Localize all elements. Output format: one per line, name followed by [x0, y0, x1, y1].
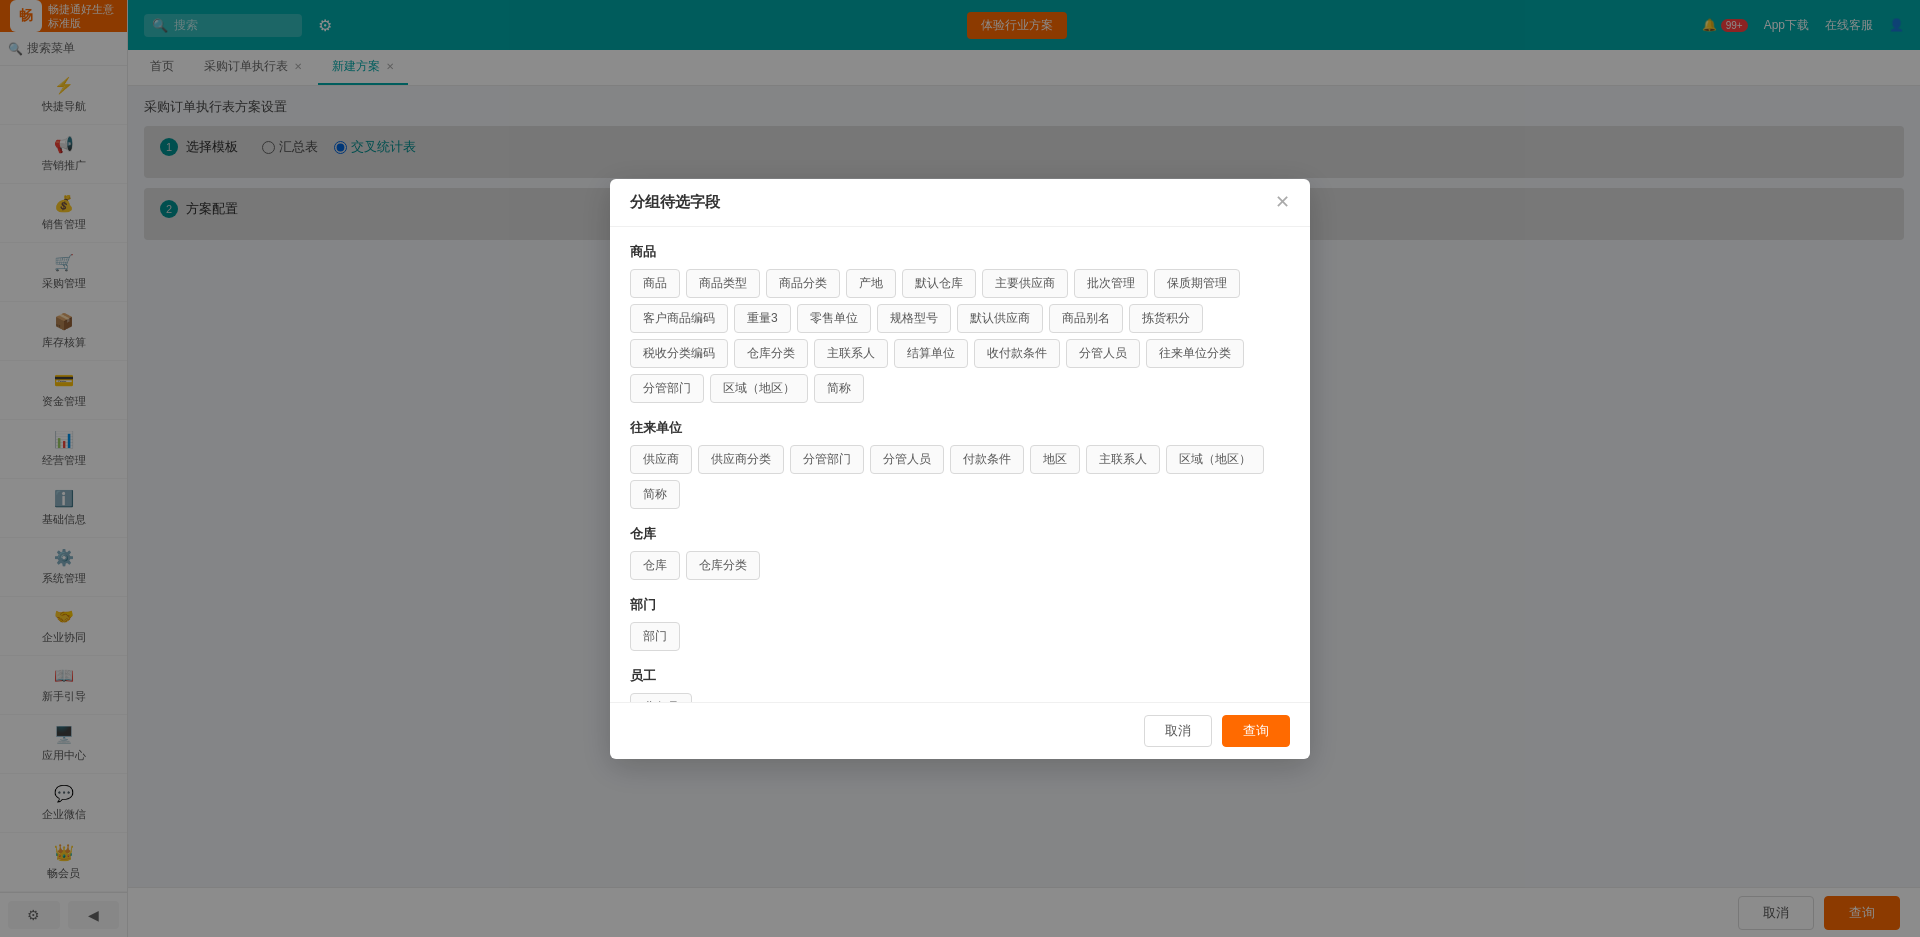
section-partner-title: 往来单位 — [630, 419, 1290, 437]
section-employee-title: 员工 — [630, 667, 1290, 685]
field-tag-goods-18[interactable]: 结算单位 — [894, 339, 968, 368]
field-tag-goods-5[interactable]: 主要供应商 — [982, 269, 1068, 298]
field-tag-goods-16[interactable]: 仓库分类 — [734, 339, 808, 368]
field-tag-goods-15[interactable]: 税收分类编码 — [630, 339, 728, 368]
field-tag-partner-4[interactable]: 付款条件 — [950, 445, 1024, 474]
section-goods: 商品 商品 商品类型 商品分类 产地 默认仓库 主要供应商 批次管理 保质期管理… — [630, 243, 1290, 403]
field-tag-partner-0[interactable]: 供应商 — [630, 445, 692, 474]
section-goods-title: 商品 — [630, 243, 1290, 261]
field-tag-goods-11[interactable]: 规格型号 — [877, 304, 951, 333]
field-tag-partner-8[interactable]: 简称 — [630, 480, 680, 509]
field-tag-partner-5[interactable]: 地区 — [1030, 445, 1080, 474]
modal-dialog: 分组待选字段 ✕ 商品 商品 商品类型 商品分类 产地 默认仓库 主要供应商 批… — [610, 179, 1310, 759]
field-tag-goods-20[interactable]: 分管人员 — [1066, 339, 1140, 368]
field-tag-goods-4[interactable]: 默认仓库 — [902, 269, 976, 298]
field-tag-goods-23[interactable]: 区域（地区） — [710, 374, 808, 403]
field-tag-partner-1[interactable]: 供应商分类 — [698, 445, 784, 474]
field-tag-goods-7[interactable]: 保质期管理 — [1154, 269, 1240, 298]
modal-cancel-btn[interactable]: 取消 — [1144, 715, 1212, 747]
field-tag-goods-9[interactable]: 重量3 — [734, 304, 791, 333]
partner-field-grid: 供应商 供应商分类 分管部门 分管人员 付款条件 地区 主联系人 区域（地区） … — [630, 445, 1290, 509]
field-tag-goods-1[interactable]: 商品类型 — [686, 269, 760, 298]
field-tag-goods-19[interactable]: 收付款条件 — [974, 339, 1060, 368]
section-department: 部门 部门 — [630, 596, 1290, 651]
field-tag-partner-7[interactable]: 区域（地区） — [1166, 445, 1264, 474]
modal-title: 分组待选字段 — [630, 193, 720, 212]
field-tag-partner-6[interactable]: 主联系人 — [1086, 445, 1160, 474]
field-tag-goods-13[interactable]: 商品别名 — [1049, 304, 1123, 333]
field-tag-goods-2[interactable]: 商品分类 — [766, 269, 840, 298]
field-tag-goods-12[interactable]: 默认供应商 — [957, 304, 1043, 333]
field-tag-warehouse-1[interactable]: 仓库分类 — [686, 551, 760, 580]
field-tag-warehouse-0[interactable]: 仓库 — [630, 551, 680, 580]
field-tag-partner-2[interactable]: 分管部门 — [790, 445, 864, 474]
field-tag-partner-3[interactable]: 分管人员 — [870, 445, 944, 474]
field-tag-goods-24[interactable]: 简称 — [814, 374, 864, 403]
warehouse-field-grid: 仓库 仓库分类 — [630, 551, 1290, 580]
modal-overlay: 分组待选字段 ✕ 商品 商品 商品类型 商品分类 产地 默认仓库 主要供应商 批… — [0, 0, 1920, 937]
field-tag-goods-3[interactable]: 产地 — [846, 269, 896, 298]
field-tag-goods-22[interactable]: 分管部门 — [630, 374, 704, 403]
field-tag-department-0[interactable]: 部门 — [630, 622, 680, 651]
modal-close-btn[interactable]: ✕ — [1275, 193, 1290, 211]
modal-confirm-btn[interactable]: 查询 — [1222, 715, 1290, 747]
employee-field-grid: 业务员 — [630, 693, 1290, 702]
field-tag-employee-0[interactable]: 业务员 — [630, 693, 692, 702]
section-partner: 往来单位 供应商 供应商分类 分管部门 分管人员 付款条件 地区 主联系人 区域… — [630, 419, 1290, 509]
section-warehouse: 仓库 仓库 仓库分类 — [630, 525, 1290, 580]
field-tag-goods-0[interactable]: 商品 — [630, 269, 680, 298]
field-tag-goods-10[interactable]: 零售单位 — [797, 304, 871, 333]
modal-body: 商品 商品 商品类型 商品分类 产地 默认仓库 主要供应商 批次管理 保质期管理… — [610, 227, 1310, 702]
field-tag-goods-6[interactable]: 批次管理 — [1074, 269, 1148, 298]
goods-field-grid: 商品 商品类型 商品分类 产地 默认仓库 主要供应商 批次管理 保质期管理 客户… — [630, 269, 1290, 403]
field-tag-goods-8[interactable]: 客户商品编码 — [630, 304, 728, 333]
modal-header: 分组待选字段 ✕ — [610, 179, 1310, 227]
section-warehouse-title: 仓库 — [630, 525, 1290, 543]
department-field-grid: 部门 — [630, 622, 1290, 651]
section-employee: 员工 业务员 — [630, 667, 1290, 702]
field-tag-goods-21[interactable]: 往来单位分类 — [1146, 339, 1244, 368]
field-tag-goods-14[interactable]: 拣货积分 — [1129, 304, 1203, 333]
section-department-title: 部门 — [630, 596, 1290, 614]
modal-footer: 取消 查询 — [610, 702, 1310, 759]
field-tag-goods-17[interactable]: 主联系人 — [814, 339, 888, 368]
